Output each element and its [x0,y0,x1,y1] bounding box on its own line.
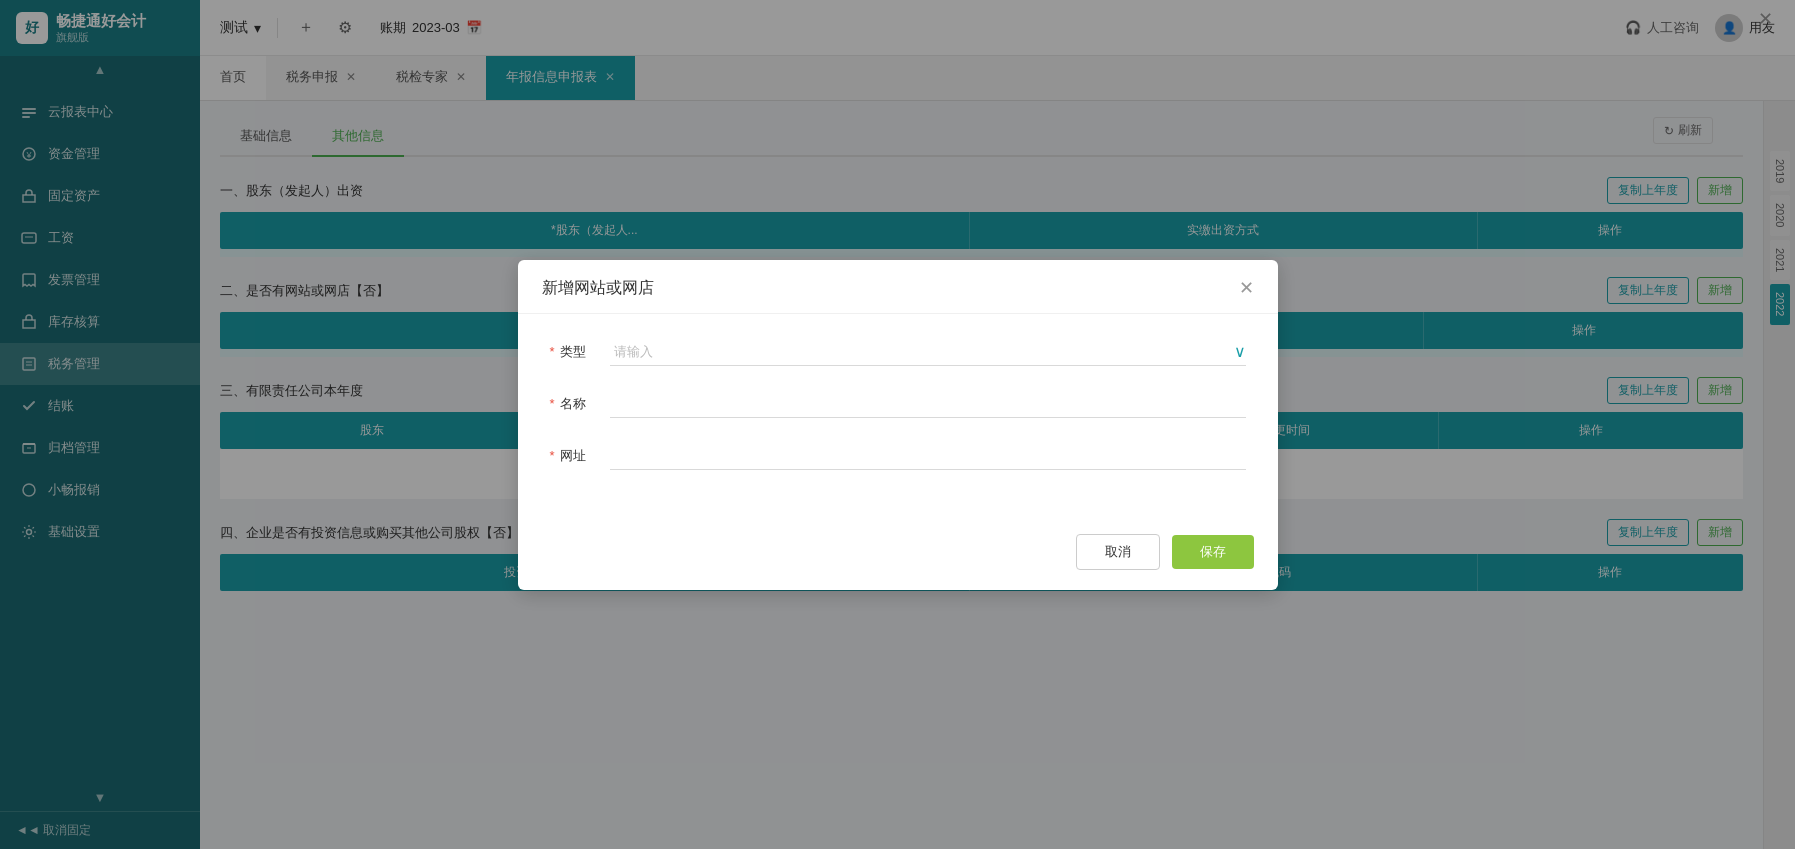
type-input[interactable] [610,338,1234,365]
modal-body: * 类型 ∨ * 名称 * 网址 [518,314,1278,518]
save-button[interactable]: 保存 [1172,535,1254,569]
type-select-wrap: ∨ [610,338,1246,366]
url-input[interactable] [610,442,1246,470]
cancel-button[interactable]: 取消 [1076,534,1160,570]
modal-footer: 取消 保存 [518,518,1278,590]
form-label-url: * 网址 [550,447,610,465]
name-input[interactable] [610,390,1246,418]
form-item-type: * 类型 ∨ [550,338,1246,366]
modal-header: 新增网站或网店 ✕ [518,260,1278,314]
form-item-url: * 网址 [550,442,1246,470]
modal-overlay[interactable]: 新增网站或网店 ✕ * 类型 ∨ * 名称 [0,0,1795,849]
form-item-name: * 名称 [550,390,1246,418]
type-dropdown-icon[interactable]: ∨ [1234,342,1246,361]
modal-add-website: 新增网站或网店 ✕ * 类型 ∨ * 名称 [518,260,1278,590]
required-mark-type: * [550,344,555,359]
required-mark-url: * [550,448,555,463]
form-label-type: * 类型 [550,343,610,361]
modal-title: 新增网站或网店 [542,278,654,299]
form-label-name: * 名称 [550,395,610,413]
required-mark-name: * [550,396,555,411]
modal-close-button[interactable]: ✕ [1239,279,1254,297]
